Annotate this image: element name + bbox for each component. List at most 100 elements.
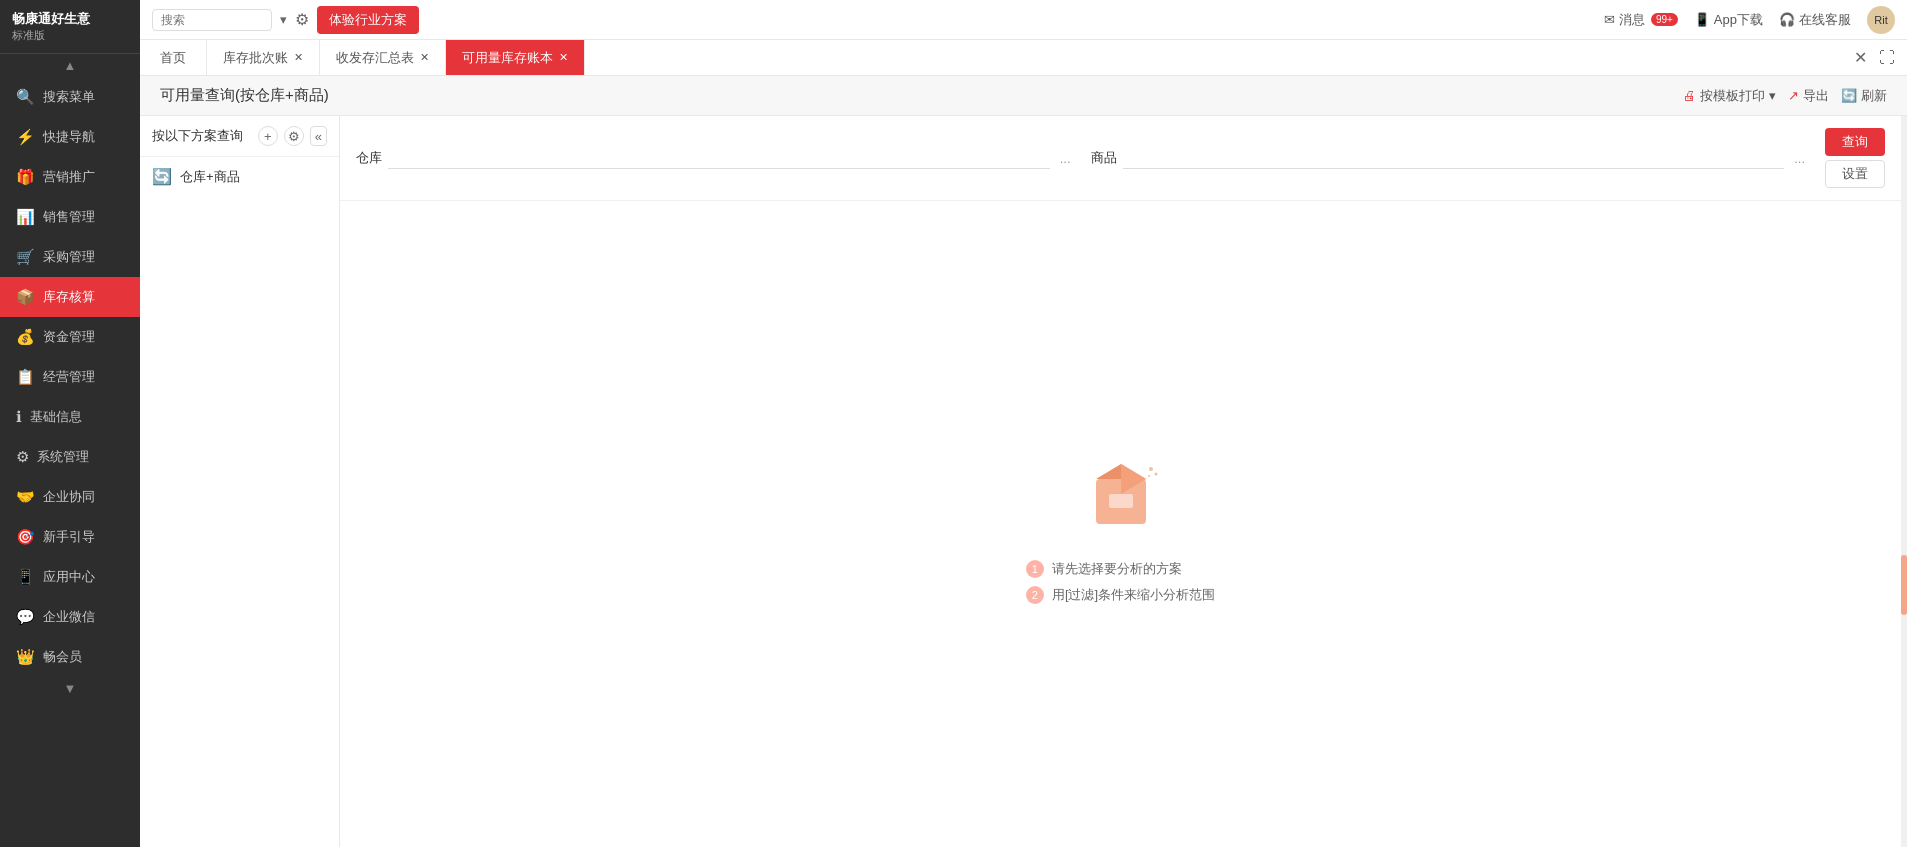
sidebar-item-企业微信[interactable]: 💬企业微信 [0,597,140,637]
scheme-label-0: 仓库+商品 [180,168,240,186]
sidebar-item-库存核算[interactable]: 📦库存核算 [0,277,140,317]
tab-close-3[interactable]: ✕ [559,51,568,64]
tip-num-1: 1 [1026,560,1044,578]
tabbar: 首页 库存批次账 ✕ 收发存汇总表 ✕ 可用量库存账本 ✕ ✕ ⛶ [140,40,1907,76]
sidebar-item-系统管理[interactable]: ⚙ 系统管理 [0,437,140,477]
close-tab-btn[interactable]: ✕ [1850,44,1871,71]
tip-text-2: 用[过滤]条件来缩小分析范围 [1052,586,1215,604]
sidebar-item-搜索菜单[interactable]: 🔍 搜索菜单 [0,77,140,117]
sidebar-icon-4: 🛒 [16,248,35,266]
sidebar-item-经营管理[interactable]: 📋经营管理 [0,357,140,397]
sidebar-item-销售管理[interactable]: 📊销售管理 [0,197,140,237]
tab-label-1: 库存批次账 [223,49,288,67]
tab-label-0: 首页 [160,49,186,67]
tab-label-2: 收发存汇总表 [336,49,414,67]
sidebar-label-0: 搜索菜单 [43,88,95,106]
left-panel-header: 按以下方案查询 + ⚙ « [140,116,339,157]
sidebar-label-8: 基础信息 [30,408,82,426]
tab-close-1[interactable]: ✕ [294,51,303,64]
sidebar-item-资金管理[interactable]: 💰资金管理 [0,317,140,357]
sidebar-item-基础信息[interactable]: ℹ基础信息 [0,397,140,437]
right-panel: 仓库 ... 商品 ... 查询 设置 [340,116,1901,847]
industry-btn[interactable]: 体验行业方案 [317,6,419,34]
online-service-item[interactable]: 🎧 在线客服 [1779,11,1851,29]
warehouse-dots-btn[interactable]: ... [1056,151,1075,166]
sidebar-item-采购管理[interactable]: 🛒 采购管理 [0,237,140,277]
sidebar-scroll-down[interactable]: ▼ [0,677,140,700]
tab-可用量库存账本[interactable]: 可用量库存账本 ✕ [446,40,585,75]
sidebar-label-1: 快捷导航 [43,128,95,146]
left-panel-header-actions: + ⚙ « [258,126,327,146]
sidebar-icon-7: 📋 [16,368,35,386]
topbar-settings-icon[interactable]: ⚙ [295,10,309,29]
app-download-item[interactable]: 📱 App下载 [1694,11,1763,29]
empty-tip-2: 2 用[过滤]条件来缩小分析范围 [1026,586,1215,604]
sidebar-label-9: 系统管理 [37,448,89,466]
svg-point-5 [1154,473,1157,476]
message-item[interactable]: ✉ 消息 99+ [1604,11,1678,29]
goods-dots-btn[interactable]: ... [1790,151,1809,166]
tab-label-3: 可用量库存账本 [462,49,553,67]
mobile-icon: 📱 [1694,12,1710,27]
query-btn[interactable]: 查询 [1825,128,1885,156]
export-icon: ↗ [1788,88,1799,103]
sidebar-item-畅会员[interactable]: 👑畅会员 [0,637,140,677]
sidebar-label-14: 畅会员 [43,648,82,666]
tab-首页[interactable]: 首页 [140,40,207,75]
goods-input[interactable] [1123,147,1785,169]
dropdown-chevron-icon[interactable]: ▾ [280,12,287,27]
add-scheme-btn[interactable]: + [258,126,278,146]
refresh-label: 刷新 [1861,87,1887,105]
sidebar-label-5: 库存核算 [43,288,95,306]
sidebar-label-4: 采购管理 [43,248,95,266]
empty-tips: 1 请先选择要分析的方案 2 用[过滤]条件来缩小分析范围 [1026,560,1215,604]
sidebar-icon-6: 💰 [16,328,35,346]
topbar-right: ✉ 消息 99+ 📱 App下载 🎧 在线客服 Rit [1604,6,1895,34]
user-name: Rit [1874,14,1887,26]
print-action[interactable]: 🖨 按模板打印 ▾ [1683,87,1776,105]
print-dropdown-icon[interactable]: ▾ [1769,88,1776,103]
page-header-actions: 🖨 按模板打印 ▾ ↗ 导出 🔄 刷新 [1683,87,1887,105]
sidebar-icon-0: 🔍 [16,88,35,106]
page-header: 可用量查询(按仓库+商品) 🖨 按模板打印 ▾ ↗ 导出 🔄 刷新 [140,76,1907,116]
refresh-action[interactable]: 🔄 刷新 [1841,87,1887,105]
tab-actions: ✕ ⛶ [1850,44,1907,71]
sidebar-item-新手引导[interactable]: 🎯新手引导 [0,517,140,557]
search-input[interactable] [152,9,272,31]
message-label: 消息 [1619,11,1645,29]
tab-close-2[interactable]: ✕ [420,51,429,64]
svg-point-6 [1148,475,1150,477]
right-scrollbar[interactable] [1901,116,1907,847]
tab-库存批次账[interactable]: 库存批次账 ✕ [207,40,320,75]
sidebar: 畅康通好生意 标准版 ▲ 🔍 搜索菜单 ⚡快捷导航🎁营销推广📊销售管理 🛒 采购管理 📦库… [0,0,140,847]
app-title: 畅康通好生意 [12,10,128,28]
scheme-settings-btn[interactable]: ⚙ [284,126,304,146]
sidebar-icon-9: ⚙ [16,448,29,466]
sidebar-item-企业协同[interactable]: 🤝企业协同 [0,477,140,517]
maximize-btn[interactable]: ⛶ [1875,45,1899,71]
sidebar-icon-2: 🎁 [16,168,35,186]
app-version: 标准版 [12,28,128,43]
export-label: 导出 [1803,87,1829,105]
online-service-label: 在线客服 [1799,11,1851,29]
sidebar-icon-13: 💬 [16,608,35,626]
avatar[interactable]: Rit [1867,6,1895,34]
warehouse-label: 仓库 [356,149,382,167]
svg-point-4 [1149,467,1153,471]
sidebar-item-营销推广[interactable]: 🎁营销推广 [0,157,140,197]
export-action[interactable]: ↗ 导出 [1788,87,1829,105]
scheme-item-0[interactable]: 🔄仓库+商品 [140,157,339,196]
empty-tip-1: 1 请先选择要分析的方案 [1026,560,1215,578]
sidebar-scroll-up[interactable]: ▲ [0,54,140,77]
settings-btn[interactable]: 设置 [1825,160,1885,188]
collapse-btn[interactable]: « [310,126,327,146]
sidebar-item-快捷导航[interactable]: ⚡快捷导航 [0,117,140,157]
left-panel: 按以下方案查询 + ⚙ « 🔄仓库+商品 [140,116,340,847]
tip-text-1: 请先选择要分析的方案 [1052,560,1182,578]
warehouse-input[interactable] [388,147,1050,169]
tab-收发存汇总表[interactable]: 收发存汇总表 ✕ [320,40,446,75]
sidebar-item-应用中心[interactable]: 📱应用中心 [0,557,140,597]
sidebar-label-11: 新手引导 [43,528,95,546]
scrollbar-thumb[interactable] [1901,555,1907,615]
sidebar-icon-3: 📊 [16,208,35,226]
